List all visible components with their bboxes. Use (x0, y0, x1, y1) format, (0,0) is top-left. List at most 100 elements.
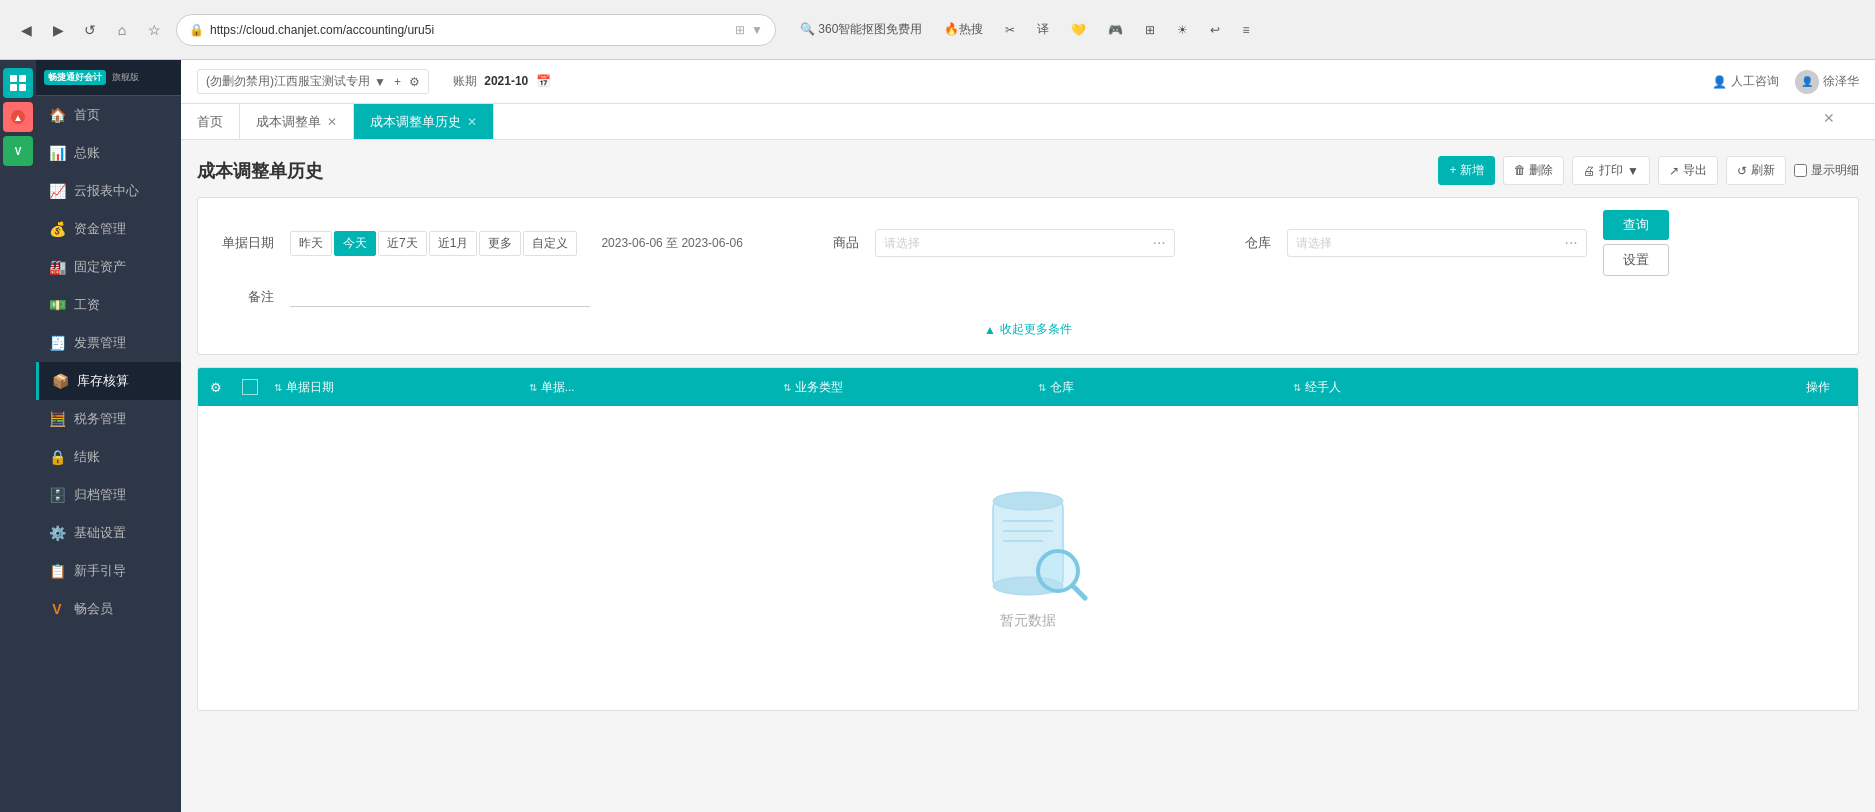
th-operator[interactable]: ⇅ 经手人 (1285, 379, 1540, 396)
refresh-btn[interactable]: ↺ 刷新 (1726, 156, 1786, 185)
sidebar-item-salary-label: 工资 (74, 296, 100, 314)
show-cols-label[interactable]: 显示明细 (1794, 162, 1859, 179)
th-date[interactable]: ⇅ 单据日期 (266, 379, 521, 396)
goods-select[interactable]: 请选择 ··· (875, 229, 1175, 257)
sidebar-item-home[interactable]: 🏠 首页 (36, 96, 181, 134)
print-btn[interactable]: 🖨 🖨 打印 打印 ▼ (1572, 156, 1650, 185)
sidebar-item-tax[interactable]: 🧮 税务管理 (36, 400, 181, 438)
tax-icon: 🧮 (48, 411, 66, 427)
remark-input[interactable] (290, 286, 590, 307)
empty-svg (978, 486, 1088, 606)
date-btn-7days[interactable]: 近7天 (378, 231, 427, 256)
company-selector[interactable]: (勿删勿禁用)江西服宝测试专用 ▼ + ⚙ (197, 69, 429, 94)
apps-tool[interactable]: ⊞ (1137, 19, 1163, 41)
date-btn-more[interactable]: 更多 (479, 231, 521, 256)
svg-point-9 (993, 492, 1063, 510)
date-btn-1month[interactable]: 近1月 (429, 231, 478, 256)
collapse-row: ▲ 收起更多条件 (214, 317, 1842, 342)
date-btn-yesterday[interactable]: 昨天 (290, 231, 332, 256)
sidebar-item-invoice[interactable]: 🧾 发票管理 (36, 324, 181, 362)
sidebar-item-settings[interactable]: ⚙️ 基础设置 (36, 514, 181, 552)
search-tool[interactable]: 🔍 360智能抠图免费用 (792, 17, 930, 42)
app-icon-active[interactable] (3, 68, 33, 98)
tab-cost-adjust-close[interactable]: ✕ (327, 115, 337, 129)
th-checkbox[interactable] (234, 379, 266, 395)
sidebar-item-archive[interactable]: 🗄️ 归档管理 (36, 476, 181, 514)
wallet-tool[interactable]: 💛 (1063, 19, 1094, 41)
show-cols-checkbox[interactable] (1794, 164, 1807, 177)
sidebar-item-inventory[interactable]: 📦 库存核算 (36, 362, 181, 400)
undo-tool[interactable]: ↩ (1202, 19, 1228, 41)
app-icon-green[interactable]: V (3, 136, 33, 166)
th-warehouse[interactable]: ⇅ 仓库 (1030, 379, 1285, 396)
tab-cost-adjust-history-close[interactable]: ✕ (467, 115, 477, 129)
more-tool[interactable]: ≡ (1234, 19, 1257, 41)
sidebar-item-salary[interactable]: 💵 工资 (36, 286, 181, 324)
icon-sidebar: ▲ V (0, 60, 36, 812)
goods-dots[interactable]: ··· (1152, 234, 1165, 252)
tab-cost-adjust-label: 成本调整单 (256, 113, 321, 131)
nav-sidebar-header: 畅捷通好会计 旗舰版 (36, 60, 181, 96)
select-all-checkbox[interactable] (242, 379, 258, 395)
new-btn[interactable]: + 新增 (1438, 156, 1494, 185)
svg-text:V: V (15, 146, 22, 157)
company-settings-icon[interactable]: ⚙ (409, 75, 420, 89)
sidebar-item-home-label: 首页 (74, 106, 100, 124)
date-btn-today[interactable]: 今天 (334, 231, 376, 256)
browser-tools: 🔍 360智能抠图免费用 🔥热搜 ✂ 译 💛 🎮 ⊞ ☀ ↩ ≡ (792, 17, 1257, 42)
filter-settings-btn[interactable]: 设置 (1603, 244, 1669, 276)
nav-forward-btn[interactable]: ▶ (44, 16, 72, 44)
tab-home[interactable]: 首页 (181, 104, 240, 139)
company-add-icon[interactable]: + (394, 75, 401, 89)
app-icon-social[interactable]: ▲ (3, 102, 33, 132)
delete-btn[interactable]: 🗑 删除 (1503, 156, 1564, 185)
date-btn-custom[interactable]: 自定义 (523, 231, 577, 256)
th-number[interactable]: ⇅ 单据... (521, 379, 776, 396)
collapse-label: 收起更多条件 (1000, 321, 1072, 338)
user-profile-btn[interactable]: 👤 徐泽华 (1795, 70, 1859, 94)
hot-search[interactable]: 🔥热搜 (936, 17, 991, 42)
sidebar-item-guide[interactable]: 📋 新手引导 (36, 552, 181, 590)
game-tool[interactable]: 🎮 (1100, 19, 1131, 41)
warehouse-select[interactable]: 请选择 ··· (1287, 229, 1587, 257)
nav-back-btn[interactable]: ◀ (12, 16, 40, 44)
consult-btn[interactable]: 👤 人工咨询 (1712, 73, 1779, 90)
nav-home-btn[interactable]: ⌂ (108, 16, 136, 44)
sidebar-item-tax-label: 税务管理 (74, 410, 126, 428)
table-header: ⚙ ⇅ 单据日期 ⇅ 单据... ⇅ 业务类型 (198, 368, 1858, 406)
page-title: 成本调整单历史 (197, 159, 323, 183)
sort-icon-biz: ⇅ (783, 382, 791, 393)
export-btn[interactable]: ↗ 导出 (1658, 156, 1718, 185)
member-icon: V (48, 601, 66, 617)
nav-buttons: ◀ ▶ ↺ ⌂ ☆ (12, 16, 168, 44)
tab-cost-adjust[interactable]: 成本调整单 ✕ (240, 104, 354, 139)
sidebar-item-fixed[interactable]: 🏭 固定资产 (36, 248, 181, 286)
address-bar[interactable]: 🔒 https://cloud.chanjet.com/accounting/u… (176, 14, 776, 46)
filter-panel: 单据日期 昨天 今天 近7天 近1月 更多 自定义 2023-06-06 至 2… (197, 197, 1859, 355)
collapse-btn[interactable]: ▲ 收起更多条件 (984, 321, 1072, 338)
gear-icon: ⚙ (210, 380, 222, 395)
brightness-tool[interactable]: ☀ (1169, 19, 1196, 41)
ledger-icon: 📊 (48, 145, 66, 161)
close-window-btn[interactable]: ✕ (1819, 106, 1839, 130)
calendar-icon[interactable]: 📅 (536, 74, 551, 88)
sidebar-item-close[interactable]: 🔒 结账 (36, 438, 181, 476)
nav-star-btn[interactable]: ☆ (140, 16, 168, 44)
cut-tool[interactable]: ✂ (997, 19, 1023, 41)
sidebar-item-reports[interactable]: 📈 云报表中心 (36, 172, 181, 210)
sidebar-item-member[interactable]: V 畅会员 (36, 590, 181, 628)
warehouse-dots[interactable]: ··· (1564, 234, 1577, 252)
period-value: 2021-10 (484, 74, 528, 88)
goods-filter-label: 商品 (799, 234, 859, 252)
translate-tool[interactable]: 译 (1029, 17, 1057, 42)
th-gear[interactable]: ⚙ (198, 380, 234, 395)
tab-cost-adjust-history[interactable]: 成本调整单历史 ✕ (354, 104, 494, 139)
date-filter-buttons: 昨天 今天 近7天 近1月 更多 自定义 (290, 231, 577, 256)
sidebar-item-funds[interactable]: 💰 资金管理 (36, 210, 181, 248)
sidebar-item-ledger[interactable]: 📊 总账 (36, 134, 181, 172)
svg-rect-2 (10, 84, 17, 91)
th-biz-type[interactable]: ⇅ 业务类型 (775, 379, 1030, 396)
query-btn[interactable]: 查询 (1603, 210, 1669, 240)
nav-refresh-btn[interactable]: ↺ (76, 16, 104, 44)
browser-chrome: ◀ ▶ ↺ ⌂ ☆ 🔒 https://cloud.chanjet.com/ac… (0, 0, 1875, 60)
